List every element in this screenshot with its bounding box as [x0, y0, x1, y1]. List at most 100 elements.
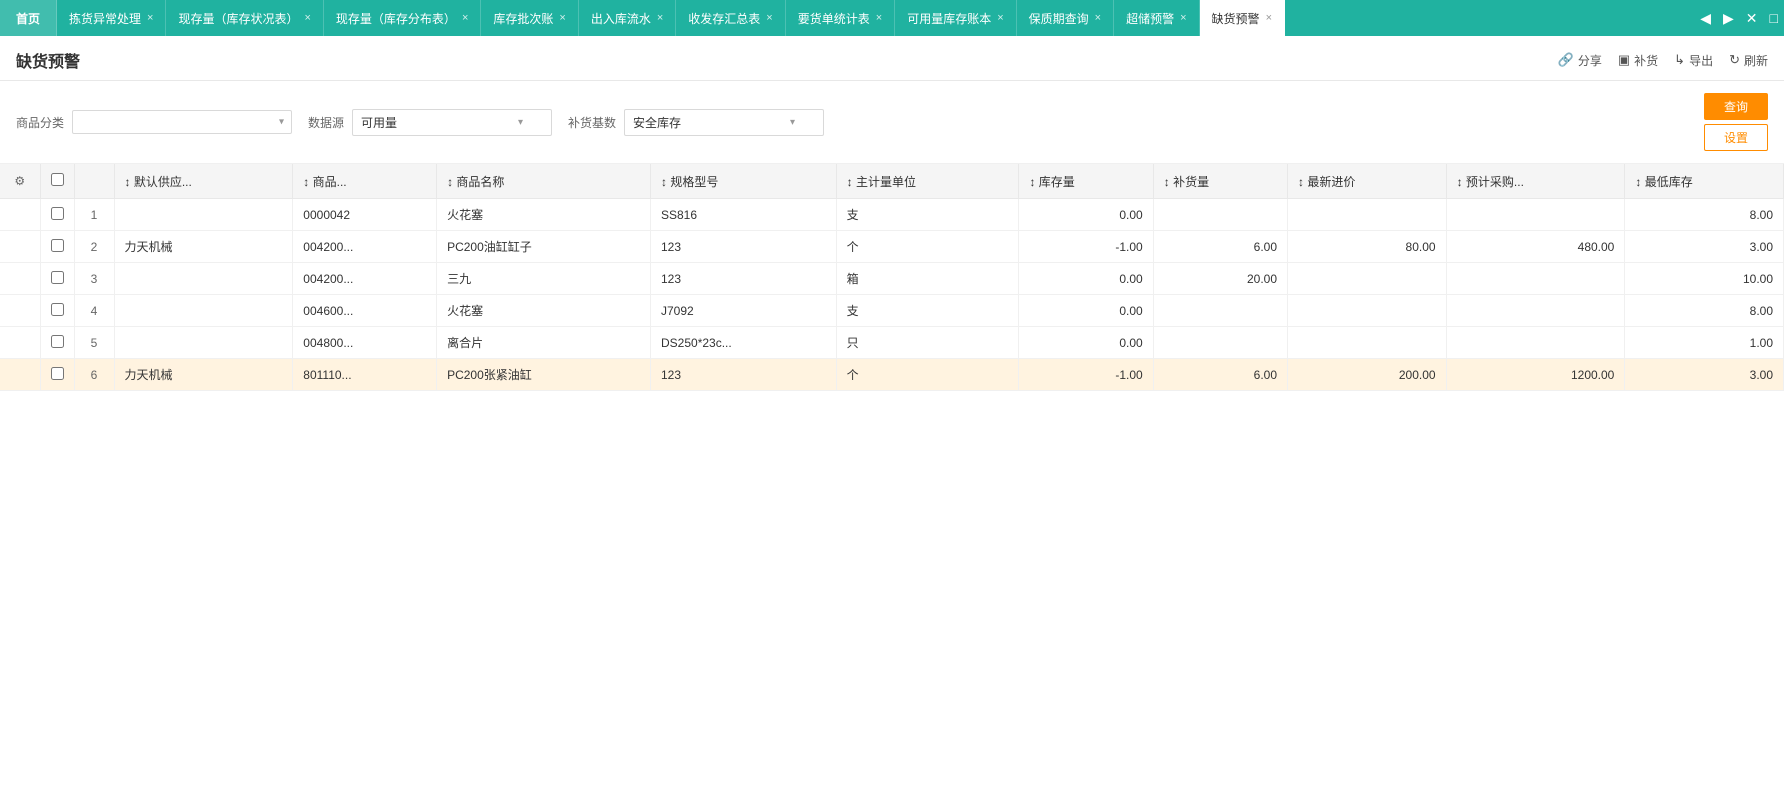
td-stock-qty: -1.00: [1019, 231, 1153, 263]
category-select-wrapper: [72, 110, 292, 134]
td-spec: 123: [651, 359, 837, 391]
row-checkbox[interactable]: [51, 207, 64, 220]
td-product-name: PC200油缸缸子: [437, 231, 651, 263]
td-seq: 1: [74, 199, 114, 231]
tab-close-icon[interactable]: ×: [997, 12, 1003, 24]
th-spec-label: ↕ 规格型号: [661, 175, 718, 189]
tab-label: 收发存汇总表: [688, 10, 760, 27]
td-latest-price: [1288, 327, 1447, 359]
refresh-button[interactable]: ↻ 刷新: [1729, 52, 1768, 69]
share-label: 分享: [1578, 52, 1602, 69]
tab-close-all-button[interactable]: ✕: [1740, 0, 1764, 36]
row-checkbox[interactable]: [51, 271, 64, 284]
td-est-purchase: 1200.00: [1446, 359, 1625, 391]
tab-prev-button[interactable]: ◀: [1694, 0, 1717, 36]
tab-batch-account[interactable]: 库存批次账 ×: [481, 0, 578, 36]
tab-home[interactable]: 首页: [0, 0, 57, 36]
td-spec: 123: [651, 263, 837, 295]
td-product-code: 004600...: [293, 295, 437, 327]
datasource-filter-group: 数据源 可用量 ▾: [308, 109, 552, 136]
tab-overstock[interactable]: 超储预警 ×: [1114, 0, 1199, 36]
column-settings-icon[interactable]: ⚙: [11, 172, 29, 190]
td-min-stock: 3.00: [1625, 359, 1784, 391]
restock-basis-select[interactable]: 安全库存 ▾: [624, 109, 824, 136]
tab-bar: 首页 拣货异常处理 × 现存量（库存状况表） × 现存量（库存分布表） × 库存…: [0, 0, 1784, 36]
tab-available-ledger[interactable]: 可用量库存账本 ×: [895, 0, 1016, 36]
td-restock-qty: 6.00: [1153, 359, 1287, 391]
th-est-purchase-label: ↕ 预计采购...: [1457, 175, 1524, 189]
tab-close-icon[interactable]: ×: [462, 12, 468, 24]
tab-close-icon[interactable]: ×: [657, 12, 663, 24]
td-checkbox: [40, 359, 74, 391]
th-checkbox: [40, 164, 74, 199]
th-product-code-label: ↕ 商品...: [303, 175, 346, 189]
datasource-value: 可用量: [361, 114, 397, 131]
tab-receipt-summary[interactable]: 收发存汇总表 ×: [676, 0, 785, 36]
restock-button[interactable]: ▣ 补货: [1618, 52, 1658, 69]
datasource-select[interactable]: 可用量 ▾: [352, 109, 552, 136]
tab-inout-flow[interactable]: 出入库流水 ×: [579, 0, 676, 36]
export-button[interactable]: ↳ 导出: [1674, 52, 1713, 69]
row-checkbox[interactable]: [51, 303, 64, 316]
category-label: 商品分类: [16, 114, 64, 131]
share-button[interactable]: 🔗 分享: [1558, 52, 1602, 69]
row-checkbox[interactable]: [51, 367, 64, 380]
page-title: 缺货预警: [16, 48, 80, 72]
td-latest-price: [1288, 295, 1447, 327]
tab-close-icon[interactable]: ×: [766, 12, 772, 24]
tab-expand-button[interactable]: □: [1764, 0, 1784, 36]
tab-req-stats[interactable]: 要货单统计表 ×: [786, 0, 895, 36]
export-icon: ↳: [1674, 52, 1685, 68]
tab-label: 超储预警: [1126, 10, 1174, 27]
tab-inventory-status[interactable]: 现存量（库存状况表） ×: [166, 0, 323, 36]
tab-close-icon[interactable]: ×: [1180, 12, 1186, 24]
td-settings: [0, 231, 40, 263]
tab-label: 要货单统计表: [798, 10, 870, 27]
tab-label: 可用量库存账本: [907, 10, 991, 27]
tab-close-icon[interactable]: ×: [304, 12, 310, 24]
td-checkbox: [40, 199, 74, 231]
td-restock-qty: [1153, 295, 1287, 327]
td-product-name: 三九: [437, 263, 651, 295]
tab-label: 缺货预警: [1212, 10, 1260, 27]
td-spec: SS816: [651, 199, 837, 231]
tab-shortage[interactable]: 缺货预警 ×: [1200, 0, 1285, 36]
tab-close-icon[interactable]: ×: [1095, 12, 1101, 24]
tab-close-icon[interactable]: ×: [559, 12, 565, 24]
restock-basis-value: 安全库存: [633, 114, 681, 131]
td-checkbox: [40, 231, 74, 263]
td-seq: 5: [74, 327, 114, 359]
query-button[interactable]: 查询: [1704, 93, 1768, 120]
td-settings: [0, 263, 40, 295]
row-checkbox[interactable]: [51, 239, 64, 252]
tab-next-button[interactable]: ▶: [1717, 0, 1740, 36]
td-checkbox: [40, 295, 74, 327]
category-select[interactable]: [72, 110, 292, 134]
tab-label: 出入库流水: [591, 10, 651, 27]
tab-expiry-query[interactable]: 保质期查询 ×: [1017, 0, 1114, 36]
td-default-supplier: [114, 263, 293, 295]
td-stock-qty: 0.00: [1019, 295, 1153, 327]
restock-basis-label: 补货基数: [568, 114, 616, 131]
td-stock-qty: 0.00: [1019, 327, 1153, 359]
row-checkbox[interactable]: [51, 335, 64, 348]
restock-label: 补货: [1634, 52, 1658, 69]
select-all-checkbox[interactable]: [51, 173, 64, 186]
tab-inventory-dist[interactable]: 现存量（库存分布表） ×: [324, 0, 481, 36]
tab-close-icon[interactable]: ×: [876, 12, 882, 24]
td-product-code: 004200...: [293, 231, 437, 263]
datasource-arrow-icon: ▾: [518, 117, 523, 128]
tab-label: 保质期查询: [1029, 10, 1089, 27]
td-seq: 2: [74, 231, 114, 263]
th-settings: ⚙: [0, 164, 40, 199]
tab-close-icon[interactable]: ×: [1266, 12, 1272, 24]
td-product-name: 火花塞: [437, 199, 651, 231]
settings-button[interactable]: 设置: [1704, 124, 1768, 151]
td-settings: [0, 295, 40, 327]
td-default-supplier: [114, 327, 293, 359]
export-label: 导出: [1689, 52, 1713, 69]
filter-row: 商品分类 数据源 可用量 ▾ 补货基数 安全库存 ▾ 查询 设置: [0, 81, 1784, 164]
tab-abnormal[interactable]: 拣货异常处理 ×: [57, 0, 166, 36]
tab-close-icon[interactable]: ×: [147, 12, 153, 24]
td-settings: [0, 359, 40, 391]
